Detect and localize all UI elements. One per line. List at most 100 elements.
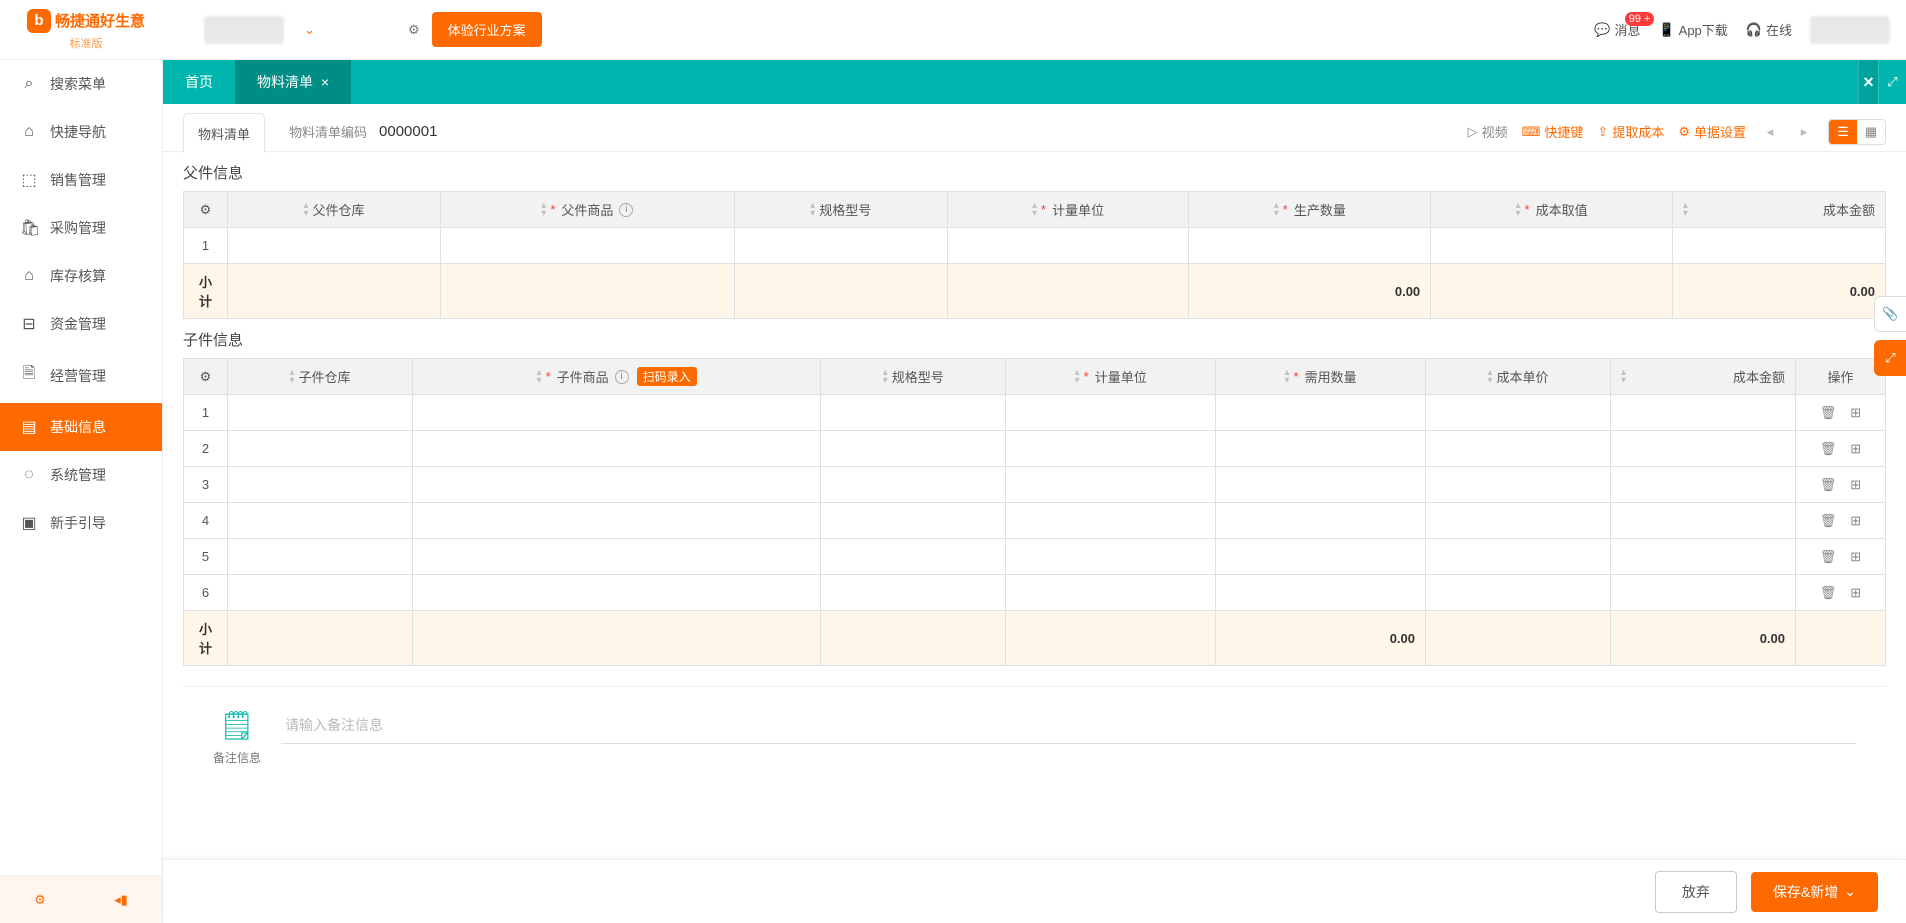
scan-input-tag[interactable]: 扫码录入	[637, 367, 697, 386]
user-avatar-masked[interactable]	[1810, 16, 1890, 44]
app-download-link[interactable]: 📱 App下载	[1658, 20, 1727, 39]
child-table-row[interactable]: 5🗑⊞	[184, 539, 1886, 575]
row-add-icon[interactable]: ⊞	[1850, 513, 1861, 529]
parent-table-row[interactable]: 1	[184, 228, 1886, 264]
sidebar-item-5[interactable]: ⊟资金管理	[0, 300, 162, 348]
child-subtotal-row: 小计0.000.00	[184, 611, 1886, 666]
row-delete-icon[interactable]: 🗑	[1820, 405, 1837, 421]
save-new-label: 保存&新增	[1773, 882, 1838, 902]
parent-col-warehouse[interactable]: ▴▾父件仓库	[228, 192, 441, 228]
sidebar-item-3[interactable]: 🛍采购管理	[0, 204, 162, 252]
try-industry-button[interactable]: 体验行业方案	[432, 12, 542, 47]
tab-home[interactable]: 首页	[163, 60, 235, 104]
row-add-icon[interactable]: ⊞	[1850, 549, 1861, 565]
topbar-settings-icon[interactable]: ⚙	[408, 22, 420, 38]
child-col-unit[interactable]: ▴▾*计量单位	[1006, 359, 1216, 395]
sidebar-item-8[interactable]: ◌系统管理	[0, 451, 162, 499]
row-delete-icon[interactable]: 🗑	[1820, 549, 1837, 565]
prev-doc-icon[interactable]: ◂	[1760, 120, 1780, 144]
child-col-warehouse[interactable]: ▴▾子件仓库	[228, 359, 413, 395]
remarks-label: 备注信息	[213, 749, 261, 766]
child-table-row[interactable]: 1🗑⊞	[184, 395, 1886, 431]
discard-button[interactable]: 放弃	[1655, 871, 1737, 913]
parent-col-settings-icon[interactable]: ⚙	[200, 202, 212, 217]
parent-col-goods[interactable]: ▴▾*父件商品i	[441, 192, 735, 228]
online-support-link[interactable]: 🎧 在线	[1746, 20, 1792, 39]
row-delete-icon[interactable]: 🗑	[1820, 513, 1837, 529]
child-table-row[interactable]: 2🗑⊞	[184, 431, 1886, 467]
org-name-masked	[204, 16, 284, 44]
child-table-row[interactable]: 3🗑⊞	[184, 467, 1886, 503]
next-doc-icon[interactable]: ▸	[1794, 120, 1814, 144]
tab-bom[interactable]: 物料清单 ×	[235, 60, 351, 104]
tab-bom-label: 物料清单	[257, 72, 313, 92]
row-delete-icon[interactable]: 🗑	[1820, 585, 1837, 601]
child-table: ⚙ ▴▾子件仓库 ▴▾*子件商品i扫码录入 ▴▾规格型号 ▴▾*计量单位 ▴▾*…	[183, 358, 1886, 666]
sidebar-settings-icon[interactable]: ⚙	[34, 892, 46, 908]
footer-actions: 放弃 保存&新增 ⌄	[163, 859, 1906, 923]
sidebar-item-1[interactable]: ⌂快捷导航	[0, 108, 162, 156]
row-delete-icon[interactable]: 🗑	[1820, 441, 1837, 457]
parent-subtotal-row: 小计 0.00 0.00	[184, 264, 1886, 319]
view-card-icon[interactable]: ▦	[1857, 120, 1885, 144]
attachment-float-icon[interactable]: 📎	[1874, 296, 1906, 332]
info-icon[interactable]: i	[615, 370, 629, 384]
nav-icon: ⬚	[20, 170, 38, 190]
messages-link[interactable]: 💬 消息 99 +	[1594, 20, 1640, 39]
sidebar-item-0[interactable]: ⌕搜索菜单	[0, 60, 162, 108]
tabs-close-all[interactable]: ×	[1858, 60, 1878, 104]
messages-badge: 99 +	[1625, 12, 1655, 26]
child-table-row[interactable]: 6🗑⊞	[184, 575, 1886, 611]
brand-logo[interactable]: b 畅捷通好生意 标准版	[16, 9, 156, 51]
action-hotkey[interactable]: ⌨ 快捷键	[1522, 122, 1584, 141]
sidebar-item-label: 采购管理	[50, 218, 106, 238]
action-extract-cost[interactable]: ⇪ 提取成本	[1597, 122, 1664, 141]
row-delete-icon[interactable]: 🗑	[1820, 477, 1837, 493]
parent-col-costmode[interactable]: ▴▾*成本取值	[1431, 192, 1673, 228]
sidebar-item-2[interactable]: ⬚ 销售管理	[0, 156, 162, 204]
sidebar-item-label: 系统管理	[50, 465, 106, 485]
sidebar-item-label: 销售管理	[50, 170, 106, 190]
chevron-down-icon: ⌄	[304, 22, 315, 38]
child-col-operation: 操作	[1796, 359, 1886, 395]
child-col-settings-icon[interactable]: ⚙	[200, 369, 212, 384]
info-icon[interactable]: i	[619, 203, 633, 217]
sidebar-item-4[interactable]: ⌂库存核算	[0, 252, 162, 300]
gear-icon: ⚙	[1678, 124, 1690, 140]
parent-col-unit[interactable]: ▴▾*计量单位	[947, 192, 1189, 228]
child-col-spec[interactable]: ▴▾规格型号	[821, 359, 1006, 395]
child-section-title: 子件信息	[183, 329, 1886, 350]
sidebar-item-9[interactable]: ▣新手引导	[0, 499, 162, 547]
parent-col-costamt[interactable]: ▴▾成本金额	[1672, 192, 1885, 228]
parent-col-spec[interactable]: ▴▾规格型号	[734, 192, 947, 228]
row-add-icon[interactable]: ⊞	[1850, 441, 1861, 457]
view-toggle: ☰ ▦	[1828, 119, 1886, 145]
row-add-icon[interactable]: ⊞	[1850, 585, 1861, 601]
expand-float-icon[interactable]: ⤢	[1874, 340, 1906, 376]
page-subtab-bom[interactable]: 物料清单	[183, 113, 265, 153]
sidebar-item-6[interactable]: 🗎经营管理	[0, 348, 162, 403]
child-col-goods[interactable]: ▴▾*子件商品i扫码录入	[412, 359, 820, 395]
action-video[interactable]: ▷ 视频	[1468, 122, 1508, 141]
child-col-need[interactable]: ▴▾*需用数量	[1216, 359, 1426, 395]
save-and-new-button[interactable]: 保存&新增 ⌄	[1751, 872, 1878, 912]
child-col-costamt[interactable]: ▴▾成本金额	[1610, 359, 1795, 395]
sidebar-collapse-icon[interactable]: ◂▮	[114, 892, 128, 908]
brand-name: 畅捷通好生意	[55, 10, 145, 31]
child-col-costprice[interactable]: ▴▾成本单价	[1426, 359, 1611, 395]
parent-col-qty[interactable]: ▴▾*生产数量	[1189, 192, 1431, 228]
sidebar: ⌕搜索菜单⌂快捷导航 ⬚ 销售管理 🛍采购管理⌂库存核算⊟资金管理🗎经营管理▤基础信息…	[0, 60, 163, 923]
tabs-expand-icon[interactable]: ⤢	[1878, 60, 1906, 104]
child-table-row[interactable]: 4🗑⊞	[184, 503, 1886, 539]
action-extract-label: 提取成本	[1612, 122, 1664, 141]
tab-close-icon[interactable]: ×	[321, 74, 329, 90]
action-doc-settings[interactable]: ⚙ 单据设置	[1678, 122, 1746, 141]
sidebar-item-7[interactable]: ▤基础信息	[0, 403, 162, 451]
remarks-input[interactable]	[281, 707, 1856, 744]
extract-icon: ⇪	[1597, 124, 1608, 140]
row-add-icon[interactable]: ⊞	[1850, 477, 1861, 493]
view-list-icon[interactable]: ☰	[1829, 120, 1857, 144]
page-header: 物料清单 物料清单编码 0000001 ▷ 视频 ⌨ 快捷键 ⇪	[163, 104, 1906, 152]
org-selector[interactable]: ⌄	[196, 12, 396, 48]
row-add-icon[interactable]: ⊞	[1850, 405, 1861, 421]
